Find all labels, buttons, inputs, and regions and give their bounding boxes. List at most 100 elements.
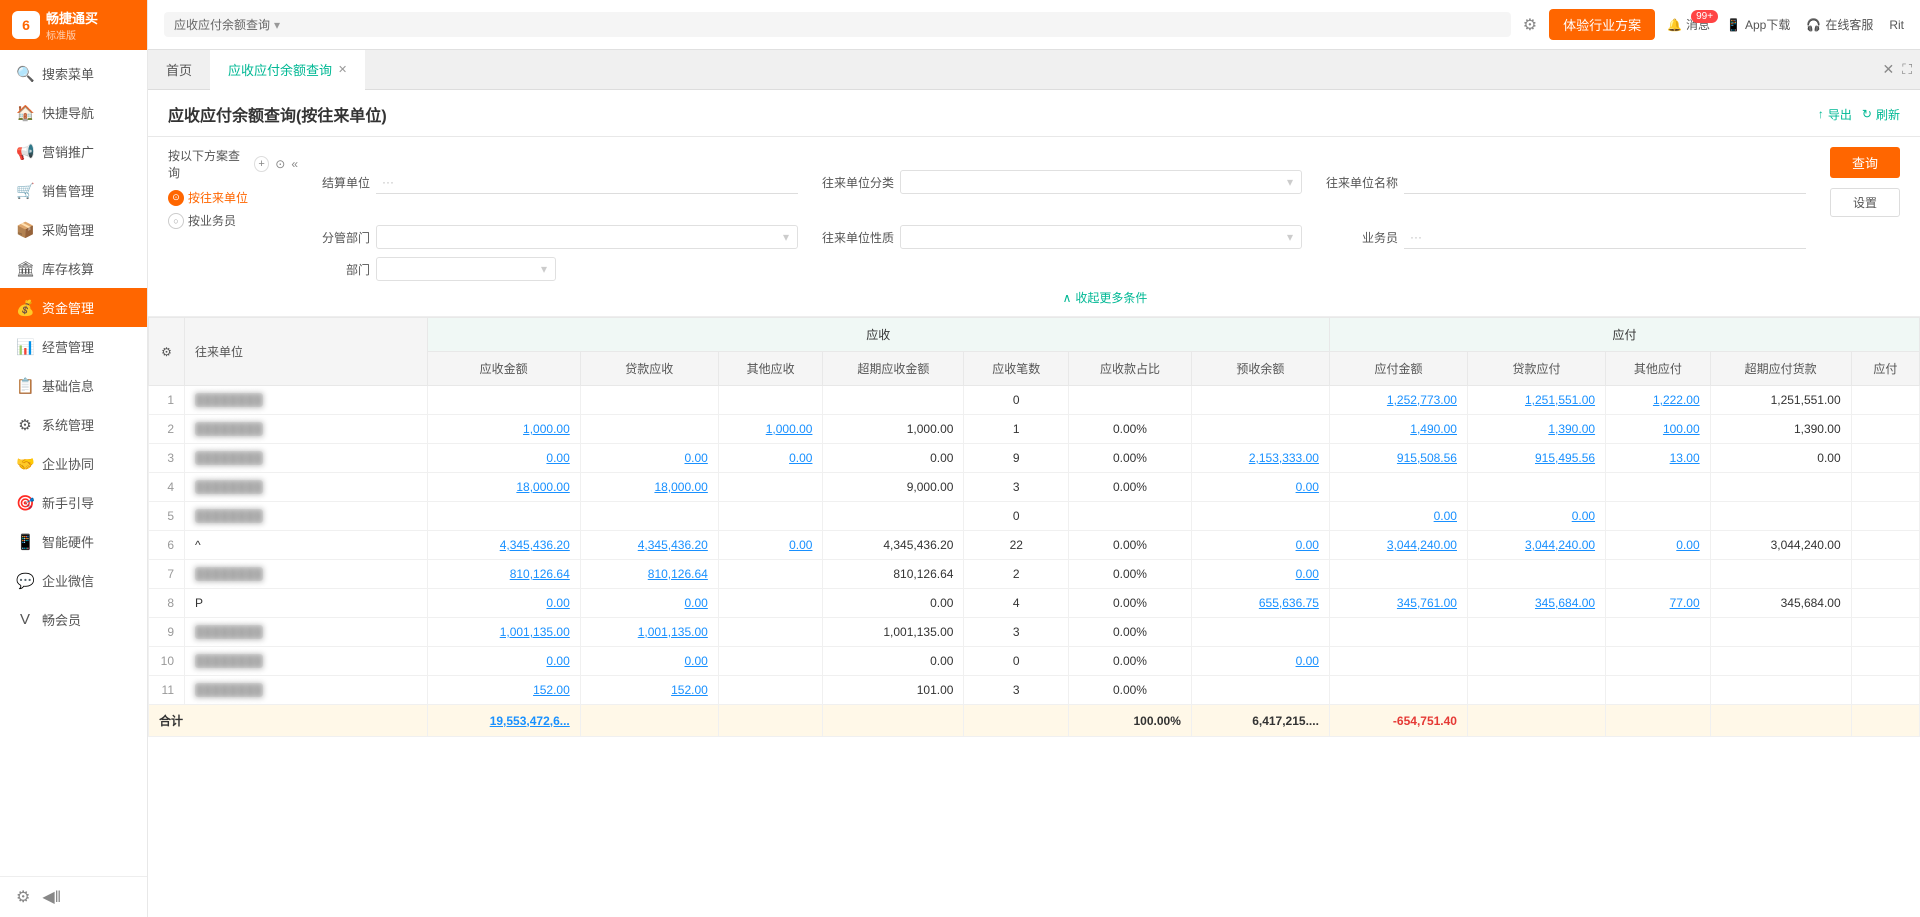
page-header: 应收应付余额查询(按往来单位) ↑ 导出 ↻ 刷新: [148, 90, 1920, 137]
sidebar-item-finance[interactable]: 💰 资金管理: [0, 288, 147, 327]
row-ar-overdue: 0.00: [823, 589, 964, 618]
scheme-selector: 按以下方案查询 + ⊙ « ⊙ 按往来单位 ○ 按业务员: [168, 147, 298, 310]
row-ar-ratio: 0.00%: [1069, 473, 1192, 502]
row-ap-loan: 345,684.00: [1467, 589, 1605, 618]
row-ap-amount: 345,761.00: [1329, 589, 1467, 618]
partner-cat-label: 往来单位分类: [814, 174, 894, 191]
table-row: 2 ████████ 1,000.00 1,000.00 1,000.00 1 …: [149, 415, 1920, 444]
total-ap-overdue: [1710, 705, 1851, 737]
th-settings[interactable]: ⚙: [149, 318, 185, 386]
partner-name-label: 往来单位名称: [1318, 174, 1398, 191]
row-ar-count: 3: [964, 473, 1069, 502]
partner-name-input[interactable]: [1404, 171, 1806, 194]
sidebar-label-inventory: 库存核算: [42, 259, 94, 278]
settlement-input[interactable]: ···: [376, 171, 798, 194]
th-ar-overdue: 超期应收金额: [823, 352, 964, 386]
topbar-gear-icon[interactable]: ⚙: [1523, 15, 1537, 35]
finance-icon: 💰: [16, 299, 34, 317]
dept2-select[interactable]: ▾: [376, 257, 556, 281]
collapse-chevron-icon: ∧: [1063, 291, 1072, 305]
sidebar-item-basic[interactable]: 📋 基础信息: [0, 366, 147, 405]
row-ap-loan: 0.00: [1467, 502, 1605, 531]
row-ar-overdue: [823, 502, 964, 531]
row-ar-count: 4: [964, 589, 1069, 618]
row-ar-ratio: [1069, 502, 1192, 531]
setting-button[interactable]: 设置: [1830, 188, 1900, 217]
scheme-staff-label: 按业务员: [188, 212, 236, 229]
filter-area: 按以下方案查询 + ⊙ « ⊙ 按往来单位 ○ 按业务员: [148, 137, 1920, 317]
quicknav-icon: 🏠: [16, 104, 34, 122]
notice-button[interactable]: 🔔 消息 99+: [1667, 16, 1710, 33]
query-button[interactable]: 查询: [1830, 147, 1900, 178]
scheme-by-staff[interactable]: ○ 按业务员: [168, 212, 298, 229]
row-partner: ████████: [185, 473, 428, 502]
sidebar-item-sales[interactable]: 🛒 销售管理: [0, 171, 147, 210]
collapse-button[interactable]: ∧ 收起更多条件: [310, 285, 1900, 310]
total-ar-amount: 19,553,472,6...: [427, 705, 580, 737]
window-close-icon[interactable]: ✕: [1882, 61, 1894, 78]
settings-footer-icon[interactable]: ⚙: [16, 887, 30, 907]
promo-button[interactable]: 体验行业方案: [1549, 9, 1655, 40]
row-ar-overdue: 9,000.00: [823, 473, 964, 502]
scheme-collapse-icon[interactable]: «: [291, 157, 298, 171]
row-num: 10: [149, 647, 185, 676]
row-ar-overdue: 101.00: [823, 676, 964, 705]
collapse-footer-icon[interactable]: ◀‖: [42, 887, 61, 907]
partner-cat-select[interactable]: ▾: [900, 170, 1302, 194]
sidebar-item-enterprise[interactable]: 🤝 企业协同: [0, 444, 147, 483]
row-ar-amount: 152.00: [427, 676, 580, 705]
th-pre-receipt: 预收余额: [1191, 352, 1329, 386]
th-group-receivable: 应收: [427, 318, 1329, 352]
row-ap-more: [1851, 560, 1919, 589]
tab-home[interactable]: 首页: [148, 50, 210, 89]
search-icon: 🔍: [16, 65, 34, 83]
export-icon: ↑: [1818, 107, 1824, 121]
sidebar-item-search[interactable]: 🔍 搜索菜单: [0, 54, 147, 93]
sidebar-item-guide[interactable]: 🎯 新手引导: [0, 483, 147, 522]
table-container[interactable]: ⚙ 往来单位 应收 应付 应收金额 贷款应收 其他应收 超期应收金额 应收笔数 …: [148, 317, 1920, 917]
sidebar-item-operation[interactable]: 📊 经营管理: [0, 327, 147, 366]
sidebar-item-purchase[interactable]: 📦 采购管理: [0, 210, 147, 249]
refresh-button[interactable]: ↻ 刷新: [1862, 106, 1900, 123]
row-num: 1: [149, 386, 185, 415]
row-ap-more: [1851, 502, 1919, 531]
th-ar-ratio: 应收款占比: [1069, 352, 1192, 386]
row-ar-amount: 18,000.00: [427, 473, 580, 502]
nature-select[interactable]: ▾: [900, 225, 1302, 249]
row-ar-amount: [427, 386, 580, 415]
row-partner: ████████: [185, 386, 428, 415]
scheme-by-partner[interactable]: ⊙ 按往来单位: [168, 189, 298, 206]
sidebar-item-quicknav[interactable]: 🏠 快捷导航: [0, 93, 147, 132]
window-maximize-icon[interactable]: ⛶: [1902, 61, 1912, 78]
sidebar-item-wechat[interactable]: 💬 企业微信: [0, 561, 147, 600]
salesperson-label: 业务员: [1318, 229, 1398, 246]
sidebar-item-marketing[interactable]: 📢 营销推广: [0, 132, 147, 171]
row-ar-other: [718, 618, 823, 647]
sidebar-item-member[interactable]: V 畅会员: [0, 600, 147, 639]
add-scheme-button[interactable]: +: [254, 156, 269, 172]
table-row: 8 P 0.00 0.00 0.00 4 0.00% 655,636.75 34…: [149, 589, 1920, 618]
tab-close-icon[interactable]: ✕: [338, 63, 347, 76]
sidebar-item-hardware[interactable]: 📱 智能硬件: [0, 522, 147, 561]
export-button[interactable]: ↑ 导出: [1818, 106, 1852, 123]
sidebar-label-guide: 新手引导: [42, 493, 94, 512]
online-service-button[interactable]: 🎧 在线客服: [1806, 16, 1873, 33]
tab-balance[interactable]: 应收应付余额查询 ✕: [210, 50, 365, 91]
system-icon: ⚙: [16, 416, 34, 434]
row-ar-ratio: [1069, 386, 1192, 415]
wechat-icon: 💬: [16, 572, 34, 590]
dept-select[interactable]: ▾: [376, 225, 798, 249]
row-pre-receipt: [1191, 386, 1329, 415]
row-ar-count: 0: [964, 502, 1069, 531]
scheme-settings-icon[interactable]: ⊙: [275, 157, 285, 171]
salesperson-input[interactable]: ···: [1404, 226, 1806, 249]
sidebar-item-inventory[interactable]: 🏛 库存核算: [0, 249, 147, 288]
row-ar-count: 22: [964, 531, 1069, 560]
row-ar-loan: 4,345,436.20: [580, 531, 718, 560]
row-ar-amount: 0.00: [427, 647, 580, 676]
sidebar-item-system[interactable]: ⚙ 系统管理: [0, 405, 147, 444]
total-ar-overdue: [823, 705, 964, 737]
app-download-button[interactable]: 📱 App下载: [1726, 16, 1790, 33]
row-ap-overdue: 1,251,551.00: [1710, 386, 1851, 415]
sidebar-label-search: 搜索菜单: [42, 64, 94, 83]
